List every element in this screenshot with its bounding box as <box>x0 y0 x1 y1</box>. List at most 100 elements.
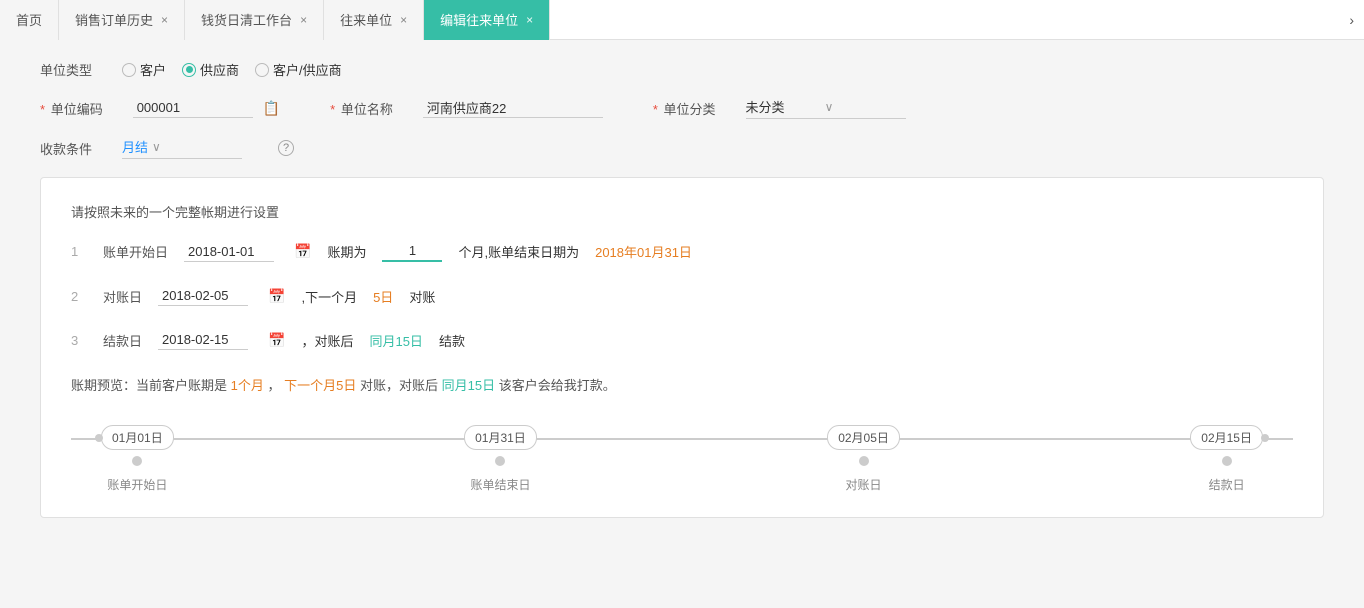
row-label-1: 账单开始日 <box>103 242 168 261</box>
unit-type-label: 单位类型 <box>40 60 92 79</box>
setting-row-3: 3 结款日 📅 ，对账后同月15日 结款 <box>71 330 1293 350</box>
unit-name-input[interactable] <box>423 98 603 118</box>
settings-box: 请按照未来的一个完整帐期进行设置 1 账单开始日 📅 账期为 个月,账单结束日期… <box>40 177 1324 518</box>
tl-dot-2 <box>495 456 505 466</box>
tab-edit-partner[interactable]: 编辑往来单位 × <box>424 0 550 40</box>
tl-pill-2: 01月31日 <box>464 425 537 450</box>
payment-terms-value: 月结 <box>122 137 148 156</box>
preview-part2: 下一个月5日 <box>284 378 356 393</box>
row1-suffix: 个月,账单结束日期为 <box>458 242 579 261</box>
tl-dot-1 <box>132 456 142 466</box>
tab-sales-history[interactable]: 销售订单历史 × <box>59 0 185 40</box>
unit-category-label: * 单位分类 <box>653 99 716 118</box>
preview-label: 账期预览：当前客户账期是 <box>71 378 227 393</box>
tab-home[interactable]: 首页 <box>0 0 59 40</box>
tab-cash-work-label: 钱货日清工作台 <box>201 10 292 29</box>
row2-suffix2: 对账 <box>409 287 435 306</box>
radio-supplier[interactable]: 供应商 <box>182 60 239 79</box>
payment-terms-arrow: ∨ <box>152 140 161 154</box>
radio-customer-circle <box>122 63 136 77</box>
tl-pill-1: 01月01日 <box>101 425 174 450</box>
payment-terms-row: 收款条件 月结 ∨ ? <box>40 137 1324 159</box>
unit-code-star: * <box>40 102 45 117</box>
row-label-2: 对账日 <box>103 287 142 306</box>
unit-code-icon[interactable]: 📋 <box>263 100 280 117</box>
tab-partner-close[interactable]: × <box>400 13 407 27</box>
start-date-input[interactable] <box>184 242 274 262</box>
payment-terms-label: 收款条件 <box>40 139 92 158</box>
tl-dot-3 <box>859 456 869 466</box>
radio-customer[interactable]: 客户 <box>122 60 166 79</box>
tab-cash-work[interactable]: 钱货日清工作台 × <box>185 0 324 40</box>
unit-category-value: 未分类 <box>746 97 785 116</box>
tab-edit-partner-close[interactable]: × <box>526 13 533 27</box>
payment-terms-select[interactable]: 月结 ∨ <box>122 137 242 159</box>
payment-terms-help[interactable]: ? <box>278 140 294 156</box>
row1-suffix-pre: 账期为 <box>327 242 366 261</box>
tl-pill-4: 02月15日 <box>1190 425 1263 450</box>
radio-supplier-circle <box>182 63 196 77</box>
unit-category-select[interactable]: 未分类 ∨ <box>746 97 906 119</box>
tl-label-4: 结款日 <box>1209 476 1245 493</box>
timeline-points: 01月01日 账单开始日 01月31日 账单结束日 02月05日 对账日 02月… <box>101 425 1263 493</box>
tab-partner-label: 往来单位 <box>340 10 392 29</box>
preview-sep1: ， <box>268 378 281 393</box>
row-label-3: 结款日 <box>103 331 142 350</box>
row2-prefix: ,下一个月 <box>301 287 357 306</box>
setting-row-2: 2 对账日 📅 ,下一个月5日 对账 <box>71 286 1293 306</box>
tab-edit-partner-label: 编辑往来单位 <box>440 10 518 29</box>
tl-point-1: 01月01日 账单开始日 <box>101 425 174 493</box>
unit-type-row: 单位类型 客户 供应商 客户/供应商 <box>40 60 1324 79</box>
tl-point-4: 02月15日 结款日 <box>1190 425 1263 493</box>
tabs-chevron[interactable]: › <box>1339 12 1364 28</box>
row-num-1: 1 <box>71 244 87 259</box>
radio-both-label: 客户/供应商 <box>273 60 342 79</box>
row3-suffix2: 结款 <box>439 331 465 350</box>
unit-code-input[interactable] <box>133 98 253 118</box>
tab-sales-history-label: 销售订单历史 <box>75 10 153 29</box>
row-num-3: 3 <box>71 333 87 348</box>
radio-customer-label: 客户 <box>140 60 166 79</box>
payment-date-cal-icon[interactable]: 📅 <box>268 332 285 349</box>
unit-info-row: * 单位编码 📋 * 单位名称 * 单位分类 未分类 ∨ <box>40 97 1324 119</box>
radio-both[interactable]: 客户/供应商 <box>255 60 342 79</box>
tl-dot-4 <box>1222 456 1232 466</box>
tab-home-label: 首页 <box>16 10 42 29</box>
unit-code-field-wrapper: 📋 <box>133 98 280 118</box>
tab-cash-work-close[interactable]: × <box>300 13 307 27</box>
row3-prefix: ，对账后 <box>301 331 353 350</box>
setting-row-1: 1 账单开始日 📅 账期为 个月,账单结束日期为 2018年01月31日 <box>71 241 1293 262</box>
period-month-input[interactable] <box>382 241 442 262</box>
row2-day: 5日 <box>373 287 393 306</box>
reconcile-date-cal-icon[interactable]: 📅 <box>268 288 285 305</box>
radio-both-circle <box>255 63 269 77</box>
tl-right-end <box>1261 434 1269 442</box>
settings-title: 请按照未来的一个完整帐期进行设置 <box>71 202 1293 221</box>
unit-category-star: * <box>653 102 658 117</box>
unit-code-label: * 单位编码 <box>40 99 103 118</box>
preview-part3: 同月15日 <box>442 378 495 393</box>
start-date-cal-icon[interactable]: 📅 <box>294 243 311 260</box>
preview-sep2: 对账，对账后 <box>360 378 438 393</box>
row1-end-date: 2018年01月31日 <box>595 242 692 261</box>
unit-name-label: * 单位名称 <box>330 99 393 118</box>
tl-point-2: 01月31日 账单结束日 <box>464 425 537 493</box>
row3-day: 同月15日 <box>369 331 422 350</box>
tl-point-3: 02月05日 对账日 <box>827 425 900 493</box>
tab-sales-history-close[interactable]: × <box>161 13 168 27</box>
radio-supplier-label: 供应商 <box>200 60 239 79</box>
unit-name-star: * <box>330 102 335 117</box>
preview-part1: 1个月 <box>231 378 264 393</box>
reconcile-date-input[interactable] <box>158 286 248 306</box>
tl-pill-3: 02月05日 <box>827 425 900 450</box>
tab-partner[interactable]: 往来单位 × <box>324 0 424 40</box>
tl-label-2: 账单结束日 <box>470 476 530 493</box>
timeline: 01月01日 账单开始日 01月31日 账单结束日 02月05日 对账日 02月… <box>71 425 1293 493</box>
main-content: 单位类型 客户 供应商 客户/供应商 * 单位编码 📋 * <box>0 40 1364 608</box>
unit-category-arrow: ∨ <box>825 100 834 114</box>
preview-suffix: 该客户会给我打款。 <box>499 378 616 393</box>
unit-type-radio-group: 客户 供应商 客户/供应商 <box>122 60 342 79</box>
tabs-bar: 首页 销售订单历史 × 钱货日清工作台 × 往来单位 × 编辑往来单位 × › <box>0 0 1364 40</box>
payment-date-input[interactable] <box>158 330 248 350</box>
tl-label-3: 对账日 <box>846 476 882 493</box>
